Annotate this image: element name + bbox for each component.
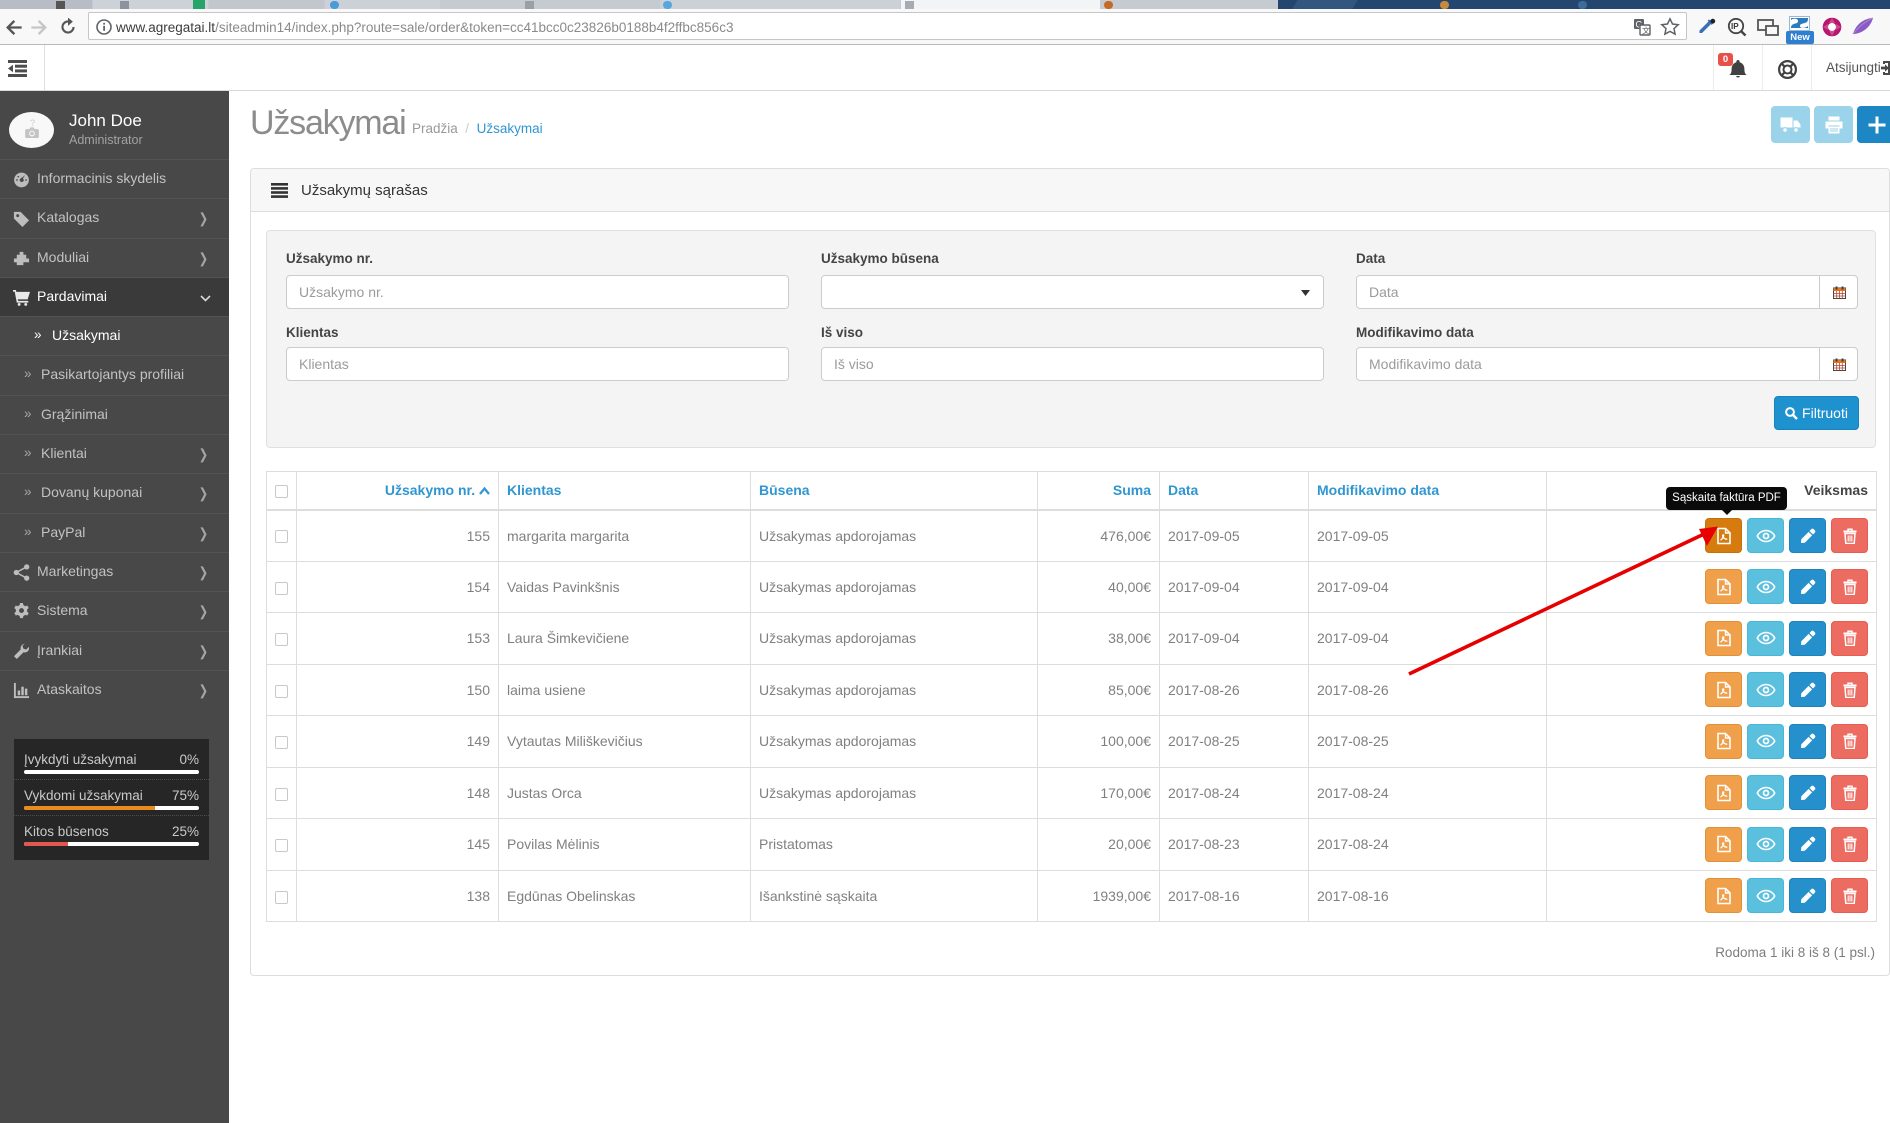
svg-text:文: 文 [1642,26,1650,36]
svg-text:IP: IP [1731,22,1739,31]
